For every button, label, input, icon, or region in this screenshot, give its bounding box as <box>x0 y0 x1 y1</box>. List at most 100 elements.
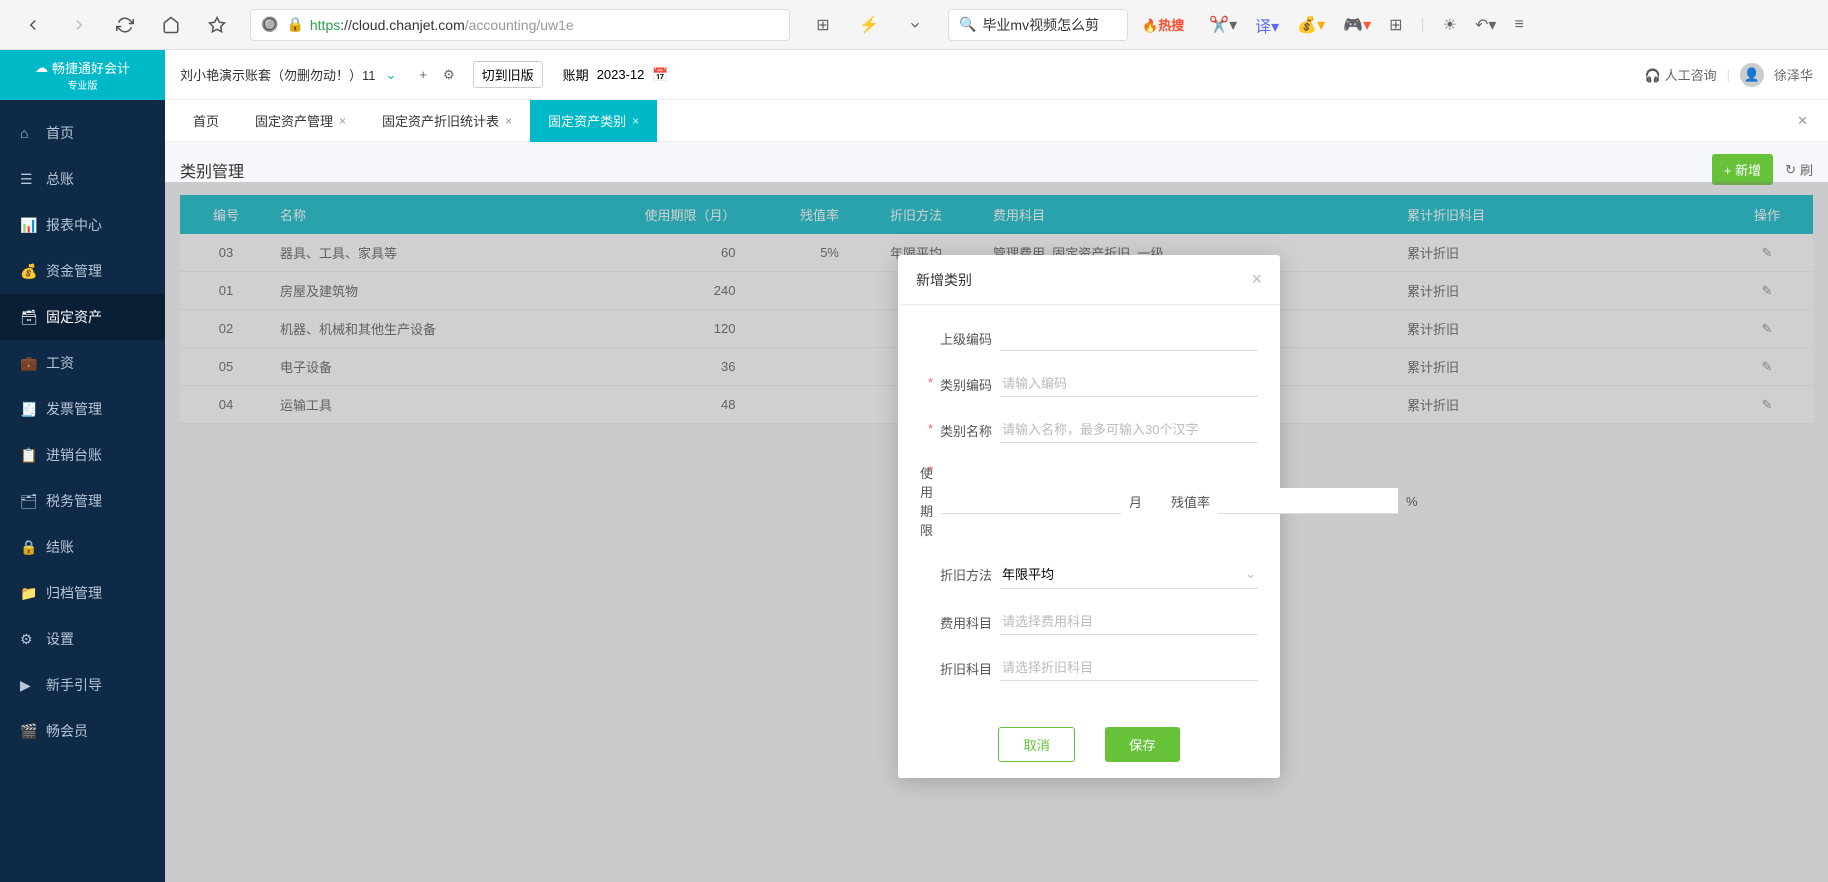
account-selector[interactable]: 刘小艳演示账套（勿删勿动！）11 ⌄ <box>180 65 396 84</box>
chevron-down-icon[interactable] <box>900 10 930 40</box>
tab-label: 固定资产折旧统计表 <box>382 111 499 130</box>
forward-button[interactable] <box>64 10 94 40</box>
tab-2[interactable]: 固定资产折旧统计表 × <box>364 100 530 142</box>
sidebar-item-0[interactable]: ⌂首页 <box>0 110 165 156</box>
tab-label: 固定资产类别 <box>548 111 626 130</box>
sidebar-item-9[interactable]: 🔒结账 <box>0 524 165 570</box>
parent-code-input[interactable] <box>1000 325 1258 351</box>
method-select[interactable]: 年限平均 ⌄ <box>1000 559 1258 589</box>
sun-icon[interactable]: ☀ <box>1443 15 1457 35</box>
add-button[interactable]: + 新增 <box>1712 154 1773 185</box>
hot-search-badge[interactable]: 🔥热搜 <box>1142 15 1184 34</box>
tabbar: 首页 固定资产管理 × 固定资产折旧统计表 × 固定资产类别 × ✕ <box>165 100 1828 142</box>
label-code: 类别编码 <box>920 375 1000 394</box>
calendar-icon: 📅 <box>652 67 668 83</box>
life-input[interactable] <box>941 488 1121 514</box>
refresh-button[interactable]: ↻ 刷 <box>1785 160 1813 179</box>
tab-3[interactable]: 固定资产类别 × <box>530 100 657 142</box>
salvage-input[interactable] <box>1218 488 1398 514</box>
sidebar-item-label: 结账 <box>46 537 74 557</box>
url-path: /accounting/uw1e <box>465 17 574 33</box>
menu-icon: ⚙ <box>20 631 36 648</box>
grid-icon[interactable]: ⊞ <box>1389 15 1402 35</box>
browser-search-input[interactable]: 🔍 毕业mv视频怎么剪 <box>948 9 1128 41</box>
sidebar-item-6[interactable]: 🧾发票管理 <box>0 386 165 432</box>
headset-icon[interactable]: 🎧 人工咨询 <box>1645 65 1717 84</box>
reload-button[interactable] <box>110 10 140 40</box>
close-icon[interactable]: × <box>632 114 639 128</box>
game-icon[interactable]: 🎮▾ <box>1343 15 1371 35</box>
tab-0[interactable]: 首页 <box>175 100 237 142</box>
menu-icon: 📊 <box>20 217 36 234</box>
sidebar-item-2[interactable]: 📊报表中心 <box>0 202 165 248</box>
cloud-icon: ☁ <box>35 60 48 76</box>
label-life: 使用期限 <box>920 463 941 539</box>
close-all-tabs[interactable]: ✕ <box>1787 113 1818 129</box>
coin-icon[interactable]: 💰▾ <box>1297 15 1325 35</box>
category-code-input[interactable] <box>1000 371 1258 397</box>
url-protocol: https <box>310 17 340 33</box>
page-title: 类别管理 <box>180 158 244 182</box>
sidebar-item-label: 归档管理 <box>46 583 102 603</box>
avatar[interactable]: 👤 <box>1740 63 1764 87</box>
menu-icon[interactable]: ≡ <box>1514 16 1523 34</box>
favorite-button[interactable] <box>202 10 232 40</box>
label-salvage: 残值率 <box>1150 492 1210 511</box>
search-text: 毕业mv视频怎么剪 <box>982 15 1099 35</box>
sidebar-item-1[interactable]: ☰总账 <box>0 156 165 202</box>
sidebar-item-label: 畅会员 <box>46 721 88 741</box>
sidebar-item-4[interactable]: 🗃固定资产 <box>0 294 165 340</box>
menu-icon: ☰ <box>20 171 36 188</box>
close-icon[interactable]: × <box>505 114 512 128</box>
home-button[interactable] <box>156 10 186 40</box>
sidebar-item-10[interactable]: 📁 归档管理 <box>0 570 165 616</box>
sidebar-item-7[interactable]: 📋 进销台账 <box>0 432 165 478</box>
label-depr: 折旧科目 <box>920 659 1000 678</box>
sidebar-item-11[interactable]: ⚙ 设置 <box>0 616 165 662</box>
sidebar-item-12[interactable]: ▶新手引导 <box>0 662 165 708</box>
translate-icon[interactable]: 译▾ <box>1255 13 1279 37</box>
scissors-icon[interactable]: ✂️▾ <box>1209 15 1237 35</box>
sidebar-item-label: 设置 <box>46 629 74 649</box>
sidebar-item-label: 首页 <box>46 123 74 143</box>
sidebar-item-3[interactable]: 💰资金管理 <box>0 248 165 294</box>
tab-1[interactable]: 固定资产管理 × <box>237 100 364 142</box>
depr-select[interactable] <box>1000 655 1258 681</box>
tab-label: 首页 <box>193 111 219 130</box>
label-expense: 费用科目 <box>920 613 1000 632</box>
browser-toolbar: 🔘 🔒 https ://cloud.chanjet.com /accounti… <box>0 0 1828 50</box>
period-selector[interactable]: 账期 2023-12 📅 <box>563 65 669 84</box>
undo-icon[interactable]: ↶▾ <box>1475 15 1496 35</box>
sidebar-item-13[interactable]: 🎬畅会员 <box>0 708 165 754</box>
address-bar[interactable]: 🔘 🔒 https ://cloud.chanjet.com /accounti… <box>250 9 790 41</box>
unit-month: 月 <box>1129 492 1142 511</box>
close-icon[interactable]: × <box>339 114 346 128</box>
sidebar-item-label: 税务管理 <box>46 491 102 511</box>
plus-icon[interactable]: + <box>419 67 427 82</box>
sidebar-item-label: 固定资产 <box>46 307 102 327</box>
back-button[interactable] <box>18 10 48 40</box>
logo: ☁畅捷通好会计 专业版 <box>0 50 165 100</box>
category-name-input[interactable] <box>1000 417 1258 443</box>
cancel-button[interactable]: 取消 <box>998 727 1075 762</box>
browser-right-tools: ✂️▾ 译▾ 💰▾ 🎮▾ ⊞ | ☀ ↶▾ ≡ <box>1209 13 1524 37</box>
menu-icon: ▶ <box>20 677 36 694</box>
sidebar-item-8[interactable]: 🗂 税务管理 <box>0 478 165 524</box>
sidebar-item-label: 工资 <box>46 353 74 373</box>
menu-icon: 🗂 <box>20 493 36 510</box>
qr-icon[interactable]: ⊞ <box>808 10 838 40</box>
old-version-button[interactable]: 切到旧版 <box>473 61 543 88</box>
sidebar-item-5[interactable]: 💼工资 <box>0 340 165 386</box>
menu-icon: 📋 <box>20 447 36 464</box>
save-button[interactable]: 保存 <box>1105 727 1180 762</box>
menu-icon: 🧾 <box>20 401 36 418</box>
sidebar: ☁畅捷通好会计 专业版 ⌂首页☰总账📊报表中心💰资金管理🗃固定资产💼工资🧾发票管… <box>0 50 165 882</box>
sidebar-item-label: 进销台账 <box>46 445 102 465</box>
bolt-icon[interactable]: ⚡ <box>854 10 884 40</box>
close-icon[interactable]: × <box>1251 269 1262 290</box>
expense-select[interactable] <box>1000 609 1258 635</box>
chevron-down-icon: ⌄ <box>386 67 397 83</box>
gear-icon[interactable]: ⚙ <box>443 67 455 83</box>
tab-label: 固定资产管理 <box>255 111 333 130</box>
menu-icon: 📁 <box>20 585 36 602</box>
